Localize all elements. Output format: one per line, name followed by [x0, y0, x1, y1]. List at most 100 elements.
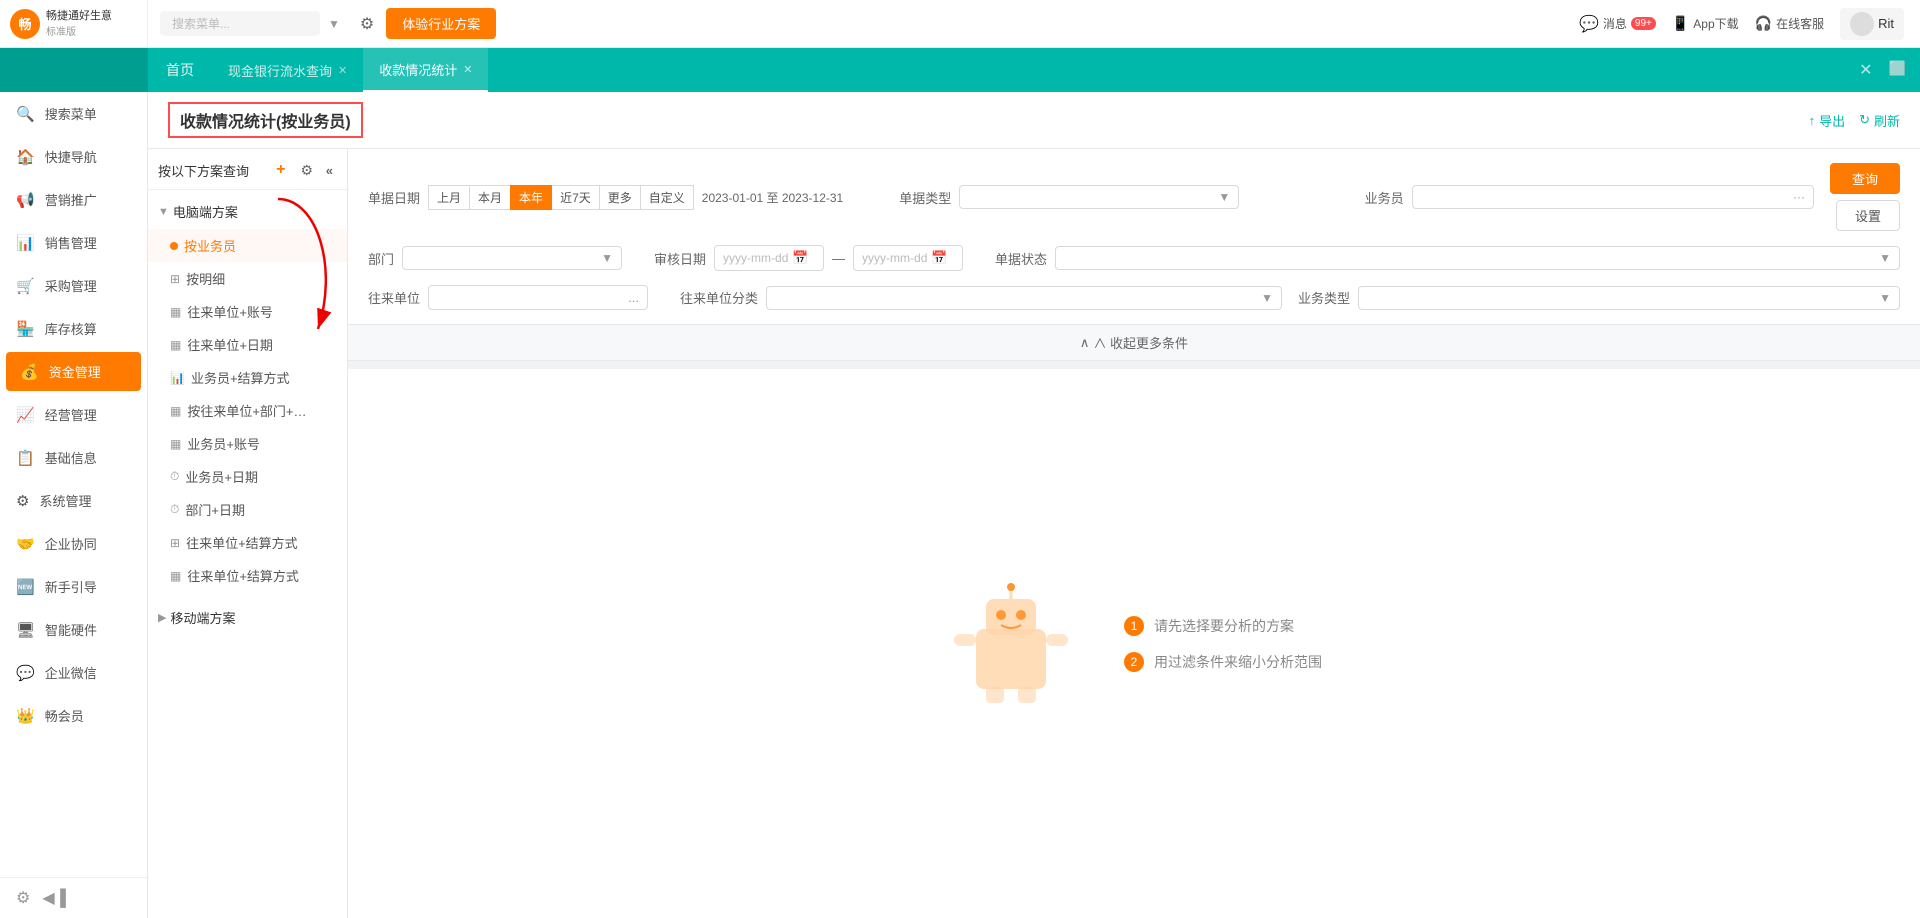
search-icon: 🔍: [16, 105, 35, 123]
bill-status-select[interactable]: ▼: [1055, 246, 1900, 270]
bill-type-label: 单据类型: [899, 188, 951, 207]
sidebar-bottom: ⚙ ◀▐: [0, 877, 147, 918]
window-controls: ✕ ⬜: [1853, 60, 1920, 80]
business-type-select[interactable]: ▼: [1358, 286, 1900, 310]
online-service-item[interactable]: 🎧 在线客服: [1755, 15, 1824, 32]
sidebar-item-quicknav[interactable]: 🏠 快捷导航: [0, 135, 147, 178]
sidebar-item-finance[interactable]: 💰 资金管理: [6, 352, 141, 391]
wechat-icon: 💬: [16, 664, 35, 682]
bill-type-group: 单据类型 ▼: [899, 185, 1348, 209]
dept-select[interactable]: ▼: [402, 246, 622, 270]
partner-dept-icon: ▦: [170, 404, 181, 418]
panel-collapse-btn[interactable]: «: [322, 161, 337, 180]
collapse-sidebar-icon[interactable]: ◀▐: [42, 888, 66, 908]
trial-button[interactable]: 体验行业方案: [386, 8, 496, 39]
bank-tab-close[interactable]: ✕: [338, 64, 347, 77]
review-date-end[interactable]: yyyy-mm-dd 📅: [853, 245, 963, 271]
purchase-icon: 🛒: [16, 277, 35, 295]
nav-tab-bank[interactable]: 现金银行流水查询 ✕: [212, 48, 363, 92]
sidebar-item-member[interactable]: 👑 畅会员: [0, 694, 147, 737]
tree-item-partner-settle2[interactable]: ▦ 往来单位+结算方式: [148, 559, 347, 592]
collapse-filter-bar[interactable]: ∧ ∧ 收起更多条件: [348, 324, 1920, 361]
mobile-group-header[interactable]: ▶ 移动端方案: [148, 600, 347, 635]
refresh-btn[interactable]: ↻ 刷新: [1859, 111, 1900, 130]
sidebar-item-sales[interactable]: 📊 销售管理: [0, 221, 147, 264]
sidebar-item-hardware[interactable]: 🖥 智能硬件: [0, 608, 147, 651]
bill-status-group: 单据状态 ▼: [995, 246, 1900, 270]
nav-tab-home[interactable]: 首页: [148, 48, 212, 92]
inventory-icon: 🏪: [16, 320, 35, 338]
date-tab-more[interactable]: 更多: [599, 185, 641, 210]
partner-dots: ...: [628, 290, 639, 305]
top-breadcrumb: 搜索菜单...: [160, 11, 320, 36]
tree-item-dept-date[interactable]: ⏱ 部门+日期: [148, 493, 347, 526]
date-tab-this-month[interactable]: 本月: [469, 185, 511, 210]
enterprise-icon: 🤝: [16, 535, 35, 553]
win-max-btn[interactable]: ⬜: [1883, 60, 1912, 80]
dept-label: 部门: [368, 249, 394, 268]
partner-category-group: 往来单位分类 ▼: [680, 286, 1282, 310]
win-close-btn[interactable]: ✕: [1853, 60, 1878, 80]
tree-item-salesman-date[interactable]: ⏱ 业务员+日期: [148, 460, 347, 493]
collapse-label: ∧ 收起更多条件: [1093, 333, 1188, 352]
tree-item-by-salesman[interactable]: 按业务员: [148, 229, 347, 262]
sidebar-item-purchase[interactable]: 🛒 采购管理: [0, 264, 147, 307]
sidebar-item-search[interactable]: 🔍 搜索菜单: [0, 92, 147, 135]
messages-label: 消息: [1603, 15, 1627, 32]
sidebar-item-guide[interactable]: 🆕 新手引导: [0, 565, 147, 608]
user-avatar-area[interactable]: Rit: [1840, 8, 1904, 40]
receipt-tab-close[interactable]: ✕: [463, 63, 472, 76]
tree-item-partner-dept[interactable]: ▦ 按往来单位+部门+收...: [148, 394, 347, 427]
settings-bottom-icon[interactable]: ⚙: [16, 888, 30, 908]
member-icon: 👑: [16, 707, 35, 725]
tree-item-partner-date[interactable]: ▦ 往来单位+日期: [148, 328, 347, 361]
calendar-icon-end: 📅: [931, 250, 947, 266]
top-search-area: 搜索菜单... ▼: [148, 11, 352, 36]
salesman-select[interactable]: ···: [1412, 185, 1814, 209]
sidebar-item-operations[interactable]: 📈 经营管理: [0, 393, 147, 436]
date-tab-7days[interactable]: 近7天: [551, 185, 600, 210]
bill-type-select[interactable]: ▼: [959, 185, 1239, 209]
pc-group-header[interactable]: ▼ 电脑端方案: [148, 194, 347, 229]
sidebar-item-wechat[interactable]: 💬 企业微信: [0, 651, 147, 694]
collapse-arrow: ∧: [1080, 335, 1090, 351]
tree-item-partner-account[interactable]: ▦ 往来单位+账号: [148, 295, 347, 328]
review-date-start[interactable]: yyyy-mm-dd 📅: [714, 245, 824, 271]
nav-logo-space: [0, 48, 148, 92]
filter-action-btns: 查询 设置: [1830, 163, 1900, 231]
tree-item-salesman-account[interactable]: ▦ 业务员+账号: [148, 427, 347, 460]
sales-icon: 📊: [16, 234, 35, 252]
add-scheme-btn[interactable]: +: [270, 159, 292, 181]
basic-icon: 📋: [16, 449, 35, 467]
logo-area: 畅 畅捷通好生意 标准版: [0, 0, 148, 47]
messages-item[interactable]: 💬 消息 99+: [1579, 14, 1656, 34]
app-download-item[interactable]: 📱 App下载: [1672, 15, 1739, 32]
query-button[interactable]: 查询: [1830, 163, 1900, 194]
partner-category-select[interactable]: ▼: [766, 286, 1282, 310]
sidebar-item-enterprise[interactable]: 🤝 企业协同: [0, 522, 147, 565]
date-tab-this-year[interactable]: 本年: [510, 185, 552, 210]
tree-item-by-detail[interactable]: ⊞ 按明细: [148, 262, 347, 295]
setting-button[interactable]: 设置: [1836, 200, 1900, 231]
review-date-group: 审核日期 yyyy-mm-dd 📅 — yyyy-mm-dd 📅: [654, 245, 963, 271]
date-tab-last-month[interactable]: 上月: [428, 185, 470, 210]
app-logo-text: 畅捷通好生意 标准版: [46, 9, 112, 38]
sidebar-item-basic[interactable]: 📋 基础信息: [0, 436, 147, 479]
date-tab-custom[interactable]: 自定义: [640, 185, 694, 210]
tree-item-partner-settle1[interactable]: ⊞ 往来单位+结算方式: [148, 526, 347, 559]
partner-select[interactable]: ...: [428, 285, 648, 310]
page-title: 收款情况统计(按业务员): [180, 114, 351, 131]
tip-1: 1 请先选择要分析的方案: [1124, 616, 1322, 636]
sidebar-item-system[interactable]: ⚙ 系统管理: [0, 479, 147, 522]
tree-item-salesman-settle[interactable]: 📊 业务员+结算方式: [148, 361, 347, 394]
export-btn[interactable]: ↑ 导出: [1809, 111, 1846, 130]
panel-gear-btn[interactable]: ⚙: [296, 159, 318, 181]
business-type-arrow: ▼: [1879, 291, 1891, 305]
sidebar-item-marketing[interactable]: 📢 营销推广: [0, 178, 147, 221]
sidebar-item-inventory[interactable]: 🏪 库存核算: [0, 307, 147, 350]
dept-date-icon: ⏱: [170, 502, 179, 517]
tip1-text: 请先选择要分析的方案: [1154, 616, 1294, 636]
empty-robot-illustration: [946, 579, 1076, 709]
top-gear-icon[interactable]: ⚙: [352, 14, 382, 34]
nav-tab-receipt[interactable]: 收款情况统计 ✕: [363, 48, 488, 92]
